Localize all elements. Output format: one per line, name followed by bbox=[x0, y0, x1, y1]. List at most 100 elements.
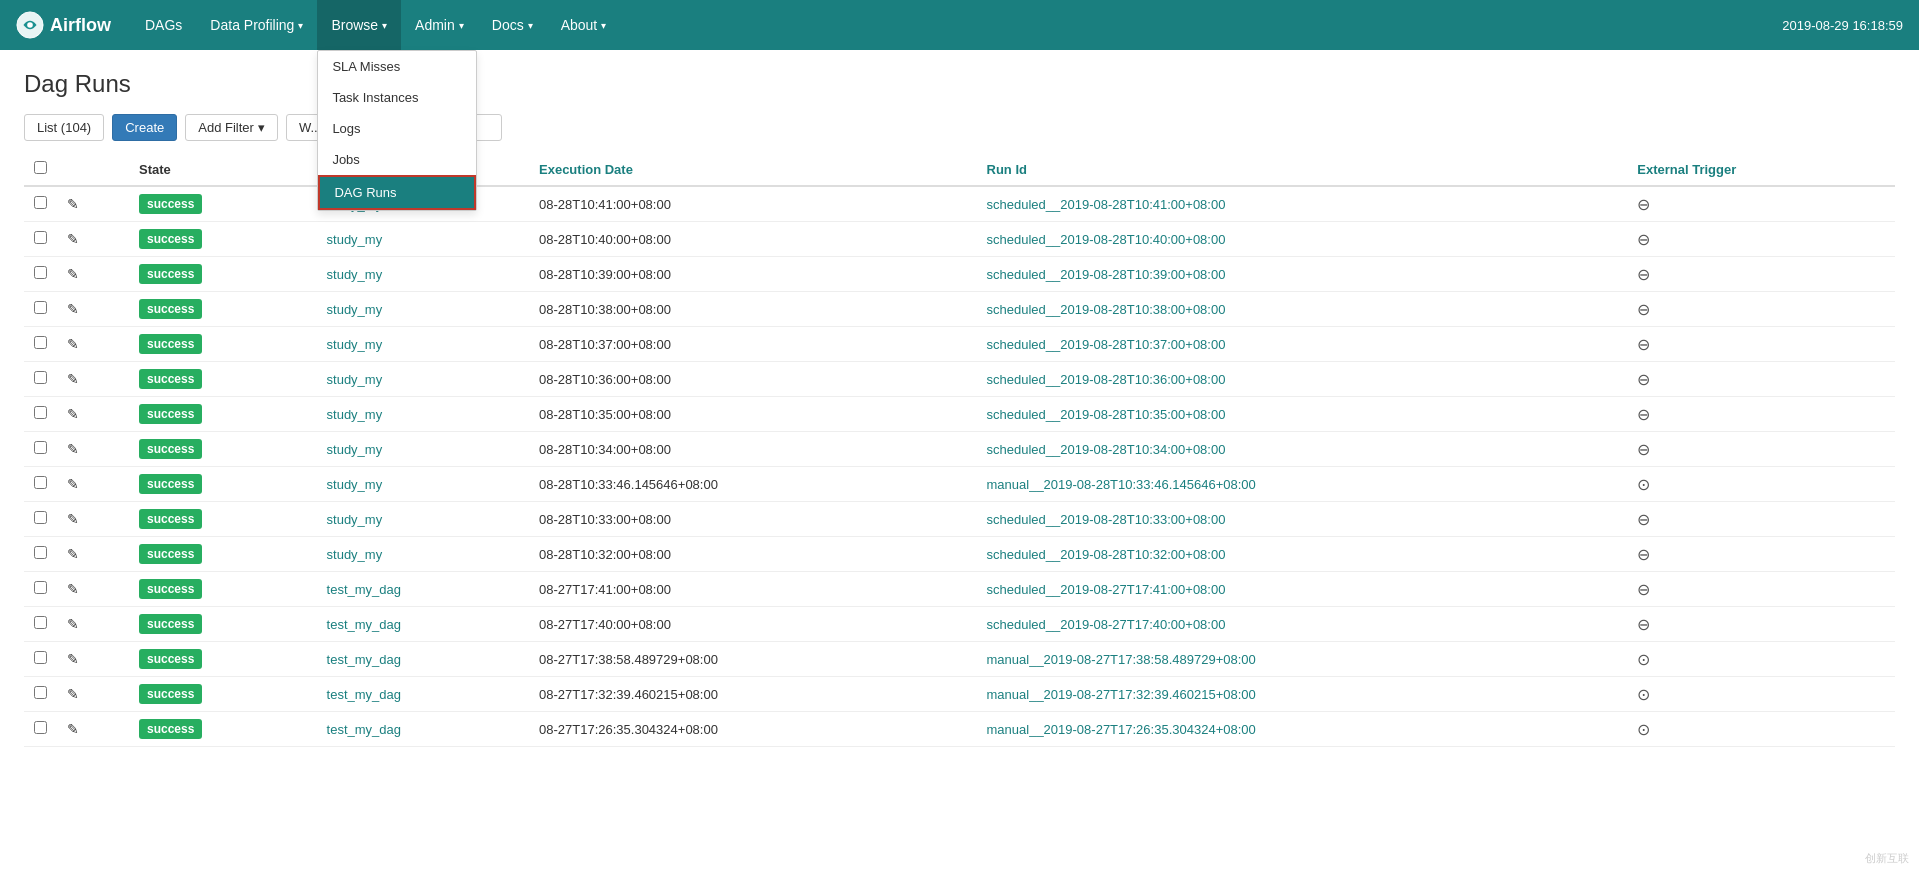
row-checkbox[interactable] bbox=[34, 371, 47, 384]
nav-dags[interactable]: DAGs bbox=[131, 0, 196, 50]
edit-icon[interactable]: ✎ bbox=[67, 371, 79, 387]
dag-id-link[interactable]: study_my bbox=[327, 337, 383, 352]
dag-id-link[interactable]: study_my bbox=[327, 442, 383, 457]
dag-id-link[interactable]: test_my_dag bbox=[327, 652, 401, 667]
row-checkbox[interactable] bbox=[34, 406, 47, 419]
row-checkbox[interactable] bbox=[34, 721, 47, 734]
run-id-link[interactable]: scheduled__2019-08-28T10:34:00+08:00 bbox=[987, 442, 1226, 457]
edit-icon[interactable]: ✎ bbox=[67, 686, 79, 702]
edit-icon[interactable]: ✎ bbox=[67, 301, 79, 317]
run-id-link[interactable]: scheduled__2019-08-28T10:36:00+08:00 bbox=[987, 372, 1226, 387]
edit-icon[interactable]: ✎ bbox=[67, 336, 79, 352]
dropdown-item-task-instances[interactable]: Task Instances bbox=[318, 82, 476, 113]
run-id-link[interactable]: scheduled__2019-08-28T10:40:00+08:00 bbox=[987, 232, 1226, 247]
add-filter-button[interactable]: Add Filter ▾ bbox=[185, 114, 278, 141]
row-checkbox[interactable] bbox=[34, 546, 47, 559]
run-id-link[interactable]: scheduled__2019-08-27T17:40:00+08:00 bbox=[987, 617, 1226, 632]
edit-icon[interactable]: ✎ bbox=[67, 511, 79, 527]
row-checkbox[interactable] bbox=[34, 616, 47, 629]
edit-icon[interactable]: ✎ bbox=[67, 546, 79, 562]
row-checkbox[interactable] bbox=[34, 441, 47, 454]
state-badge: success bbox=[139, 719, 202, 739]
run-id-link[interactable]: scheduled__2019-08-28T10:35:00+08:00 bbox=[987, 407, 1226, 422]
state-badge: success bbox=[139, 684, 202, 704]
row-external-trigger-cell: ⊙ bbox=[1627, 712, 1895, 747]
dropdown-item-sla-misses[interactable]: SLA Misses bbox=[318, 51, 476, 82]
dag-id-link[interactable]: study_my bbox=[327, 512, 383, 527]
run-id-link[interactable]: scheduled__2019-08-28T10:33:00+08:00 bbox=[987, 512, 1226, 527]
dag-id-link[interactable]: study_my bbox=[327, 477, 383, 492]
execution-date-value: 08-27T17:40:00+08:00 bbox=[539, 617, 671, 632]
dag-id-link[interactable]: study_my bbox=[327, 372, 383, 387]
select-all-checkbox[interactable] bbox=[34, 161, 47, 174]
row-execution-date-cell: 08-27T17:38:58.489729+08:00 bbox=[529, 642, 977, 677]
edit-icon[interactable]: ✎ bbox=[67, 406, 79, 422]
edit-icon[interactable]: ✎ bbox=[67, 476, 79, 492]
run-id-link[interactable]: manual__2019-08-27T17:32:39.460215+08:00 bbox=[987, 687, 1256, 702]
dag-id-link[interactable]: study_my bbox=[327, 232, 383, 247]
edit-icon[interactable]: ✎ bbox=[67, 616, 79, 632]
run-id-link[interactable]: manual__2019-08-27T17:26:35.304324+08:00 bbox=[987, 722, 1256, 737]
nav-about[interactable]: About ▾ bbox=[547, 0, 621, 50]
dropdown-item-logs[interactable]: Logs bbox=[318, 113, 476, 144]
row-checkbox[interactable] bbox=[34, 196, 47, 209]
dag-id-link[interactable]: test_my_dag bbox=[327, 687, 401, 702]
row-checkbox[interactable] bbox=[34, 266, 47, 279]
state-badge: success bbox=[139, 264, 202, 284]
row-execution-date-cell: 08-27T17:32:39.460215+08:00 bbox=[529, 677, 977, 712]
dropdown-item-dag-runs[interactable]: DAG Runs bbox=[318, 175, 476, 210]
nav-docs[interactable]: Docs ▾ bbox=[478, 0, 547, 50]
row-checkbox[interactable] bbox=[34, 581, 47, 594]
run-id-link[interactable]: scheduled__2019-08-28T10:41:00+08:00 bbox=[987, 197, 1226, 212]
row-dag-id-cell: study_my bbox=[317, 292, 529, 327]
nav-data-profiling[interactable]: Data Profiling ▾ bbox=[196, 0, 317, 50]
row-checkbox[interactable] bbox=[34, 651, 47, 664]
col-external-trigger[interactable]: External Trigger bbox=[1627, 153, 1895, 186]
row-external-trigger-cell: ⊖ bbox=[1627, 362, 1895, 397]
dag-id-link[interactable]: test_my_dag bbox=[327, 722, 401, 737]
edit-icon[interactable]: ✎ bbox=[67, 581, 79, 597]
state-badge: success bbox=[139, 439, 202, 459]
edit-icon[interactable]: ✎ bbox=[67, 721, 79, 737]
row-dag-id-cell: study_my bbox=[317, 432, 529, 467]
row-edit-cell: ✎ bbox=[57, 327, 129, 362]
create-button[interactable]: Create bbox=[112, 114, 177, 141]
row-external-trigger-cell: ⊙ bbox=[1627, 467, 1895, 502]
run-id-link[interactable]: manual__2019-08-27T17:38:58.489729+08:00 bbox=[987, 652, 1256, 667]
col-run-id[interactable]: Run Id bbox=[977, 153, 1628, 186]
run-id-link[interactable]: scheduled__2019-08-28T10:38:00+08:00 bbox=[987, 302, 1226, 317]
nav-browse[interactable]: Browse ▾ SLA Misses Task Instances Logs … bbox=[317, 0, 401, 50]
row-checkbox[interactable] bbox=[34, 476, 47, 489]
dag-id-link[interactable]: study_my bbox=[327, 302, 383, 317]
state-badge: success bbox=[139, 579, 202, 599]
row-dag-id-cell: study_my bbox=[317, 537, 529, 572]
brand-logo[interactable]: Airflow bbox=[16, 11, 111, 39]
run-id-link[interactable]: scheduled__2019-08-28T10:37:00+08:00 bbox=[987, 337, 1226, 352]
edit-icon[interactable]: ✎ bbox=[67, 266, 79, 282]
row-checkbox[interactable] bbox=[34, 686, 47, 699]
edit-icon[interactable]: ✎ bbox=[67, 231, 79, 247]
dag-id-link[interactable]: test_my_dag bbox=[327, 582, 401, 597]
run-id-link[interactable]: manual__2019-08-28T10:33:46.145646+08:00 bbox=[987, 477, 1256, 492]
execution-date-value: 08-27T17:41:00+08:00 bbox=[539, 582, 671, 597]
row-checkbox[interactable] bbox=[34, 231, 47, 244]
edit-icon[interactable]: ✎ bbox=[67, 651, 79, 667]
dag-id-link[interactable]: study_my bbox=[327, 547, 383, 562]
run-id-link[interactable]: scheduled__2019-08-27T17:41:00+08:00 bbox=[987, 582, 1226, 597]
dag-id-link[interactable]: study_my bbox=[327, 267, 383, 282]
dropdown-item-jobs[interactable]: Jobs bbox=[318, 144, 476, 175]
row-checkbox-cell bbox=[24, 642, 57, 677]
table-row: ✎ success test_my_dag 08-27T17:38:58.489… bbox=[24, 642, 1895, 677]
edit-icon[interactable]: ✎ bbox=[67, 441, 79, 457]
row-checkbox[interactable] bbox=[34, 336, 47, 349]
edit-icon[interactable]: ✎ bbox=[67, 196, 79, 212]
dag-id-link[interactable]: test_my_dag bbox=[327, 617, 401, 632]
nav-admin[interactable]: Admin ▾ bbox=[401, 0, 478, 50]
dag-id-link[interactable]: study_my bbox=[327, 407, 383, 422]
row-checkbox[interactable] bbox=[34, 301, 47, 314]
run-id-link[interactable]: scheduled__2019-08-28T10:39:00+08:00 bbox=[987, 267, 1226, 282]
list-button[interactable]: List (104) bbox=[24, 114, 104, 141]
col-execution-date[interactable]: Execution Date bbox=[529, 153, 977, 186]
row-checkbox[interactable] bbox=[34, 511, 47, 524]
run-id-link[interactable]: scheduled__2019-08-28T10:32:00+08:00 bbox=[987, 547, 1226, 562]
